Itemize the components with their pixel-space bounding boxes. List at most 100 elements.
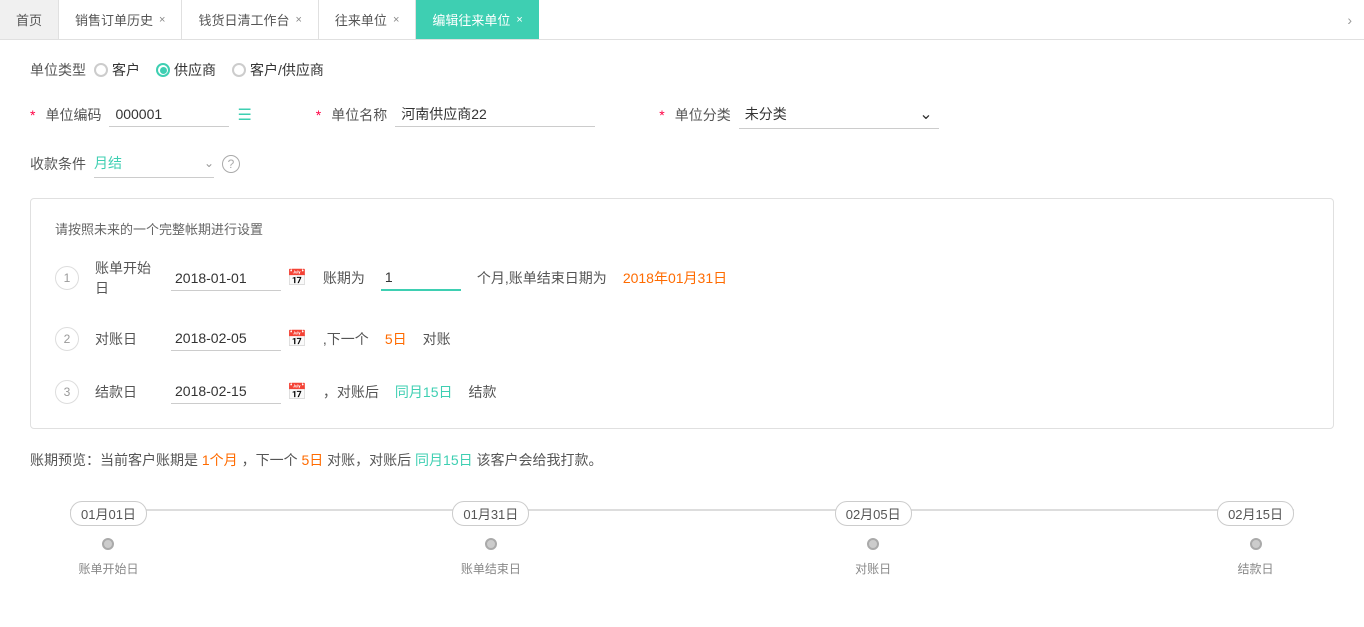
unit-code-field: * 单位编码 ☰ bbox=[30, 102, 252, 127]
preview-sep1: ，下一个 bbox=[242, 452, 298, 468]
tab-expand-button[interactable]: › bbox=[1335, 0, 1364, 39]
unit-class-select[interactable]: 未分类 ⌄ bbox=[739, 100, 939, 129]
unit-class-chevron-icon: ⌄ bbox=[919, 104, 932, 124]
tab-home[interactable]: 首页 bbox=[0, 0, 59, 39]
preview-part2: 5日 bbox=[301, 452, 323, 468]
period-input[interactable] bbox=[381, 265, 461, 291]
date-input-wrap-3: 📅 bbox=[171, 379, 307, 404]
timeline-label-3: 02月15日 bbox=[1217, 501, 1294, 526]
timeline-point-3: 02月15日 结款日 bbox=[1217, 501, 1294, 577]
row-label-1: 账单开始日 bbox=[95, 258, 155, 298]
radio-label-both: 客户/供应商 bbox=[250, 60, 324, 80]
timeline-point-0: 01月01日 账单开始日 bbox=[70, 501, 147, 577]
copy-icon[interactable]: ☰ bbox=[237, 105, 251, 125]
unit-info-row: * 单位编码 ☰ * 单位名称 * 单位分类 未分类 ⌄ bbox=[30, 100, 1334, 129]
payment-cond-select[interactable]: 月结 ⌄ bbox=[94, 149, 214, 178]
settings-row-1: 1 账单开始日 📅 账期为 个月,账单结束日期为 2018年01月31日 bbox=[55, 258, 1309, 298]
unit-class-value: 未分类 bbox=[745, 104, 787, 124]
preview-text: 账期预览：当前客户账期是 1个月 ，下一个 5日 对账，对账后 同月15日 该客… bbox=[30, 449, 1334, 471]
unit-code-label: 单位编码 bbox=[45, 105, 101, 125]
radio-label-supplier: 供应商 bbox=[174, 60, 216, 80]
preview-part1: 1个月 bbox=[202, 452, 238, 468]
section-hint: 请按照未来的一个完整帐期进行设置 bbox=[55, 219, 1309, 238]
row-label-3: 结款日 bbox=[95, 382, 155, 402]
timeline-label-2: 02月05日 bbox=[835, 501, 912, 526]
row-num-3: 3 bbox=[55, 380, 79, 404]
calendar-icon-3[interactable]: 📅 bbox=[287, 382, 307, 402]
tab-bar: 首页 销售订单历史 × 钱货日清工作台 × 往来单位 × 编辑往来单位 × › bbox=[0, 0, 1364, 40]
unit-type-radio-group: 客户 供应商 客户/供应商 bbox=[94, 60, 324, 80]
close-tab-partner[interactable]: × bbox=[393, 14, 399, 26]
payment-desc-before: ，对账后 bbox=[323, 382, 379, 402]
required-star-code: * bbox=[30, 107, 35, 123]
payment-desc-highlight: 同月15日 bbox=[395, 382, 453, 402]
timeline-points: 01月01日 账单开始日 01月31日 账单结束日 02月05日 对账日 02月… bbox=[30, 501, 1334, 577]
radio-label-customer: 客户 bbox=[112, 60, 140, 80]
settings-row-3: 3 结款日 📅 ，对账后 同月15日 结款 bbox=[55, 379, 1309, 404]
reconcile-desc-after: 对账 bbox=[423, 329, 451, 349]
main-content: 单位类型 客户 供应商 客户/供应商 * 单位编码 bbox=[0, 40, 1364, 627]
close-tab-cash-work[interactable]: × bbox=[295, 14, 301, 26]
preview-part3: 同月15日 bbox=[415, 452, 473, 468]
unit-type-row: 单位类型 客户 供应商 客户/供应商 bbox=[30, 60, 1334, 80]
unit-type-label: 单位类型 bbox=[30, 60, 86, 80]
settings-section: 请按照未来的一个完整帐期进行设置 1 账单开始日 📅 账期为 个月,账单结束日期… bbox=[30, 198, 1334, 429]
reconcile-desc-highlight: 5日 bbox=[385, 329, 407, 349]
settings-row-2: 2 对账日 📅 ,下一个 5日 对账 bbox=[55, 326, 1309, 351]
payment-cond-row: 收款条件 月结 ⌄ ? bbox=[30, 149, 1334, 178]
timeline-sublabel-3: 结款日 bbox=[1238, 560, 1274, 577]
row-num-1: 1 bbox=[55, 266, 79, 290]
date-input-3[interactable] bbox=[171, 379, 281, 404]
close-tab-sales-history[interactable]: × bbox=[159, 14, 165, 26]
radio-circle-supplier bbox=[156, 63, 170, 77]
timeline-point-2: 02月05日 对账日 bbox=[835, 501, 912, 577]
unit-code-input[interactable] bbox=[109, 102, 229, 127]
date-input-wrap-1: 📅 bbox=[171, 266, 307, 291]
tab-partner[interactable]: 往来单位 × bbox=[319, 0, 416, 39]
timeline-dot-3 bbox=[1250, 538, 1262, 550]
unit-type-field: 单位类型 客户 供应商 客户/供应商 bbox=[30, 60, 324, 80]
help-icon[interactable]: ? bbox=[222, 155, 240, 173]
required-star-class: * bbox=[659, 107, 664, 123]
timeline-sublabel-0: 账单开始日 bbox=[78, 560, 138, 577]
timeline-point-1: 01月31日 账单结束日 bbox=[452, 501, 529, 577]
unit-class-field: * 单位分类 未分类 ⌄ bbox=[659, 100, 938, 129]
timeline-dot-1 bbox=[485, 538, 497, 550]
payment-desc-after: 结款 bbox=[469, 382, 497, 402]
tab-cash-work[interactable]: 钱货日清工作台 × bbox=[182, 0, 318, 39]
date-input-1[interactable] bbox=[171, 266, 281, 291]
date-input-2[interactable] bbox=[171, 326, 281, 351]
period-end-date: 2018年01月31日 bbox=[623, 268, 727, 288]
row-label-2: 对账日 bbox=[95, 329, 155, 349]
timeline-dot-0 bbox=[102, 538, 114, 550]
unit-name-field: * 单位名称 bbox=[316, 102, 595, 127]
close-tab-edit-partner[interactable]: × bbox=[516, 14, 522, 26]
radio-supplier[interactable]: 供应商 bbox=[156, 60, 216, 80]
payment-cond-label: 收款条件 bbox=[30, 154, 86, 174]
calendar-icon-2[interactable]: 📅 bbox=[287, 329, 307, 349]
tab-edit-partner[interactable]: 编辑往来单位 × bbox=[416, 0, 538, 39]
row-num-2: 2 bbox=[55, 327, 79, 351]
timeline: 01月01日 账单开始日 01月31日 账单结束日 02月05日 对账日 02月… bbox=[30, 491, 1334, 607]
timeline-sublabel-1: 账单结束日 bbox=[461, 560, 521, 577]
radio-circle-both bbox=[232, 63, 246, 77]
preview-suffix: 该客户会给我打款。 bbox=[477, 452, 603, 468]
radio-circle-customer bbox=[94, 63, 108, 77]
period-suffix: 个月,账单结束日期为 bbox=[477, 268, 607, 288]
reconcile-desc-before: ,下一个 bbox=[323, 329, 369, 349]
unit-class-label: 单位分类 bbox=[675, 105, 731, 125]
timeline-sublabel-2: 对账日 bbox=[855, 560, 891, 577]
timeline-dot-2 bbox=[867, 538, 879, 550]
calendar-icon-1[interactable]: 📅 bbox=[287, 268, 307, 288]
preview-sep2: 对账，对账后 bbox=[327, 452, 411, 468]
period-prefix: 账期为 bbox=[323, 268, 365, 288]
radio-both[interactable]: 客户/供应商 bbox=[232, 60, 324, 80]
required-star-name: * bbox=[316, 107, 321, 123]
unit-name-input[interactable] bbox=[395, 102, 595, 127]
date-input-wrap-2: 📅 bbox=[171, 326, 307, 351]
radio-customer[interactable]: 客户 bbox=[94, 60, 140, 80]
payment-cond-value: 月结 bbox=[94, 153, 122, 173]
tab-sales-history[interactable]: 销售订单历史 × bbox=[59, 0, 182, 39]
timeline-label-1: 01月31日 bbox=[452, 501, 529, 526]
preview-prefix: 账期预览：当前客户账期是 bbox=[30, 452, 198, 468]
